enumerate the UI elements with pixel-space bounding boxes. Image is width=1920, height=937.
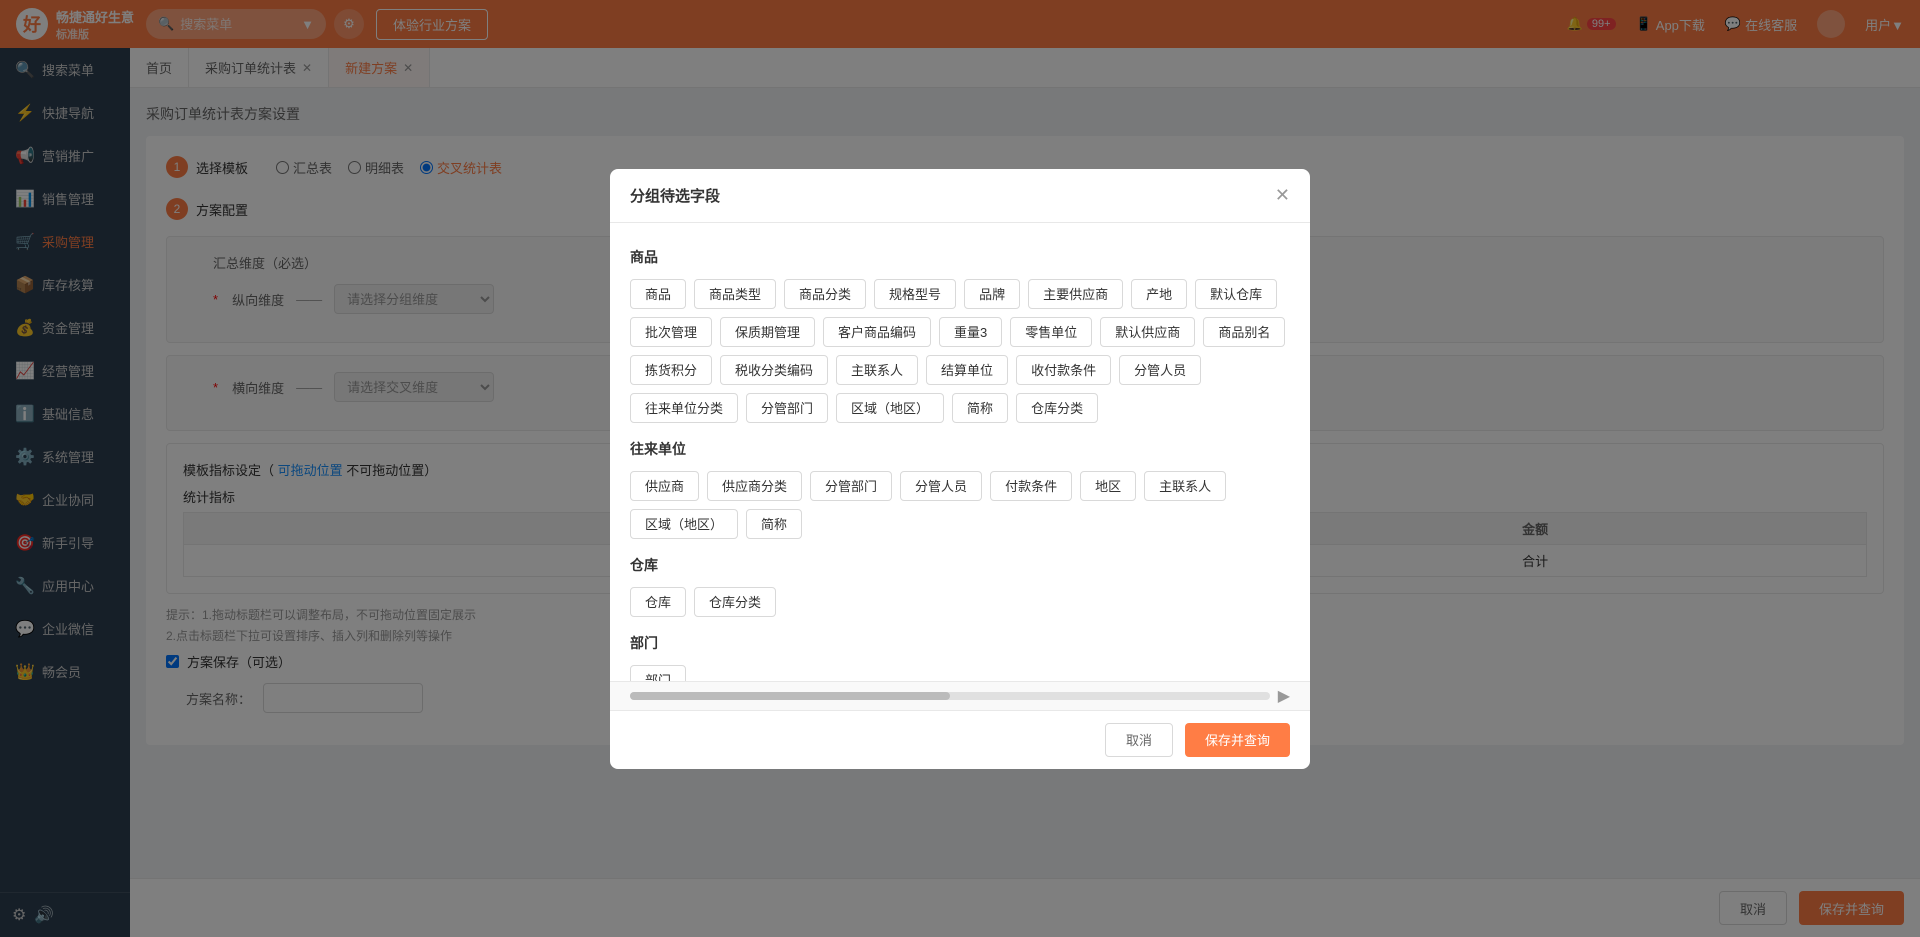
field-tag-0-8[interactable]: 批次管理 <box>630 317 712 347</box>
field-tag-0-10[interactable]: 客户商品编码 <box>823 317 931 347</box>
field-tag-0-7[interactable]: 默认仓库 <box>1195 279 1277 309</box>
field-tag-0-2[interactable]: 商品分类 <box>784 279 866 309</box>
field-tag-0-12[interactable]: 零售单位 <box>1010 317 1092 347</box>
modal-overlay: 分组待选字段 ✕ 商品商品商品类型商品分类规格型号品牌主要供应商产地默认仓库批次… <box>0 0 1920 937</box>
field-tag-0-20[interactable]: 分管人员 <box>1119 355 1201 385</box>
field-tag-2-1[interactable]: 仓库分类 <box>694 587 776 617</box>
field-tag-0-4[interactable]: 品牌 <box>964 279 1020 309</box>
field-tag-0-15[interactable]: 拣货积分 <box>630 355 712 385</box>
field-section-title-3: 部门 <box>630 633 1290 653</box>
field-section-3: 部门部门 <box>630 633 1290 681</box>
field-tag-1-0[interactable]: 供应商 <box>630 471 699 501</box>
modal-dialog: 分组待选字段 ✕ 商品商品商品类型商品分类规格型号品牌主要供应商产地默认仓库批次… <box>610 169 1310 769</box>
field-tag-0-17[interactable]: 主联系人 <box>836 355 918 385</box>
field-tag-0-16[interactable]: 税收分类编码 <box>720 355 828 385</box>
field-tag-0-1[interactable]: 商品类型 <box>694 279 776 309</box>
field-tag-0-13[interactable]: 默认供应商 <box>1100 317 1195 347</box>
field-tag-2-0[interactable]: 仓库 <box>630 587 686 617</box>
field-tag-0-5[interactable]: 主要供应商 <box>1028 279 1123 309</box>
field-tag-0-22[interactable]: 分管部门 <box>746 393 828 423</box>
field-tag-1-4[interactable]: 付款条件 <box>990 471 1072 501</box>
field-tag-1-8[interactable]: 简称 <box>746 509 802 539</box>
field-tag-0-6[interactable]: 产地 <box>1131 279 1187 309</box>
field-tag-1-3[interactable]: 分管人员 <box>900 471 982 501</box>
field-tag-0-23[interactable]: 区域（地区） <box>836 393 944 423</box>
field-tags-0: 商品商品类型商品分类规格型号品牌主要供应商产地默认仓库批次管理保质期管理客户商品… <box>630 279 1290 423</box>
field-tag-1-5[interactable]: 地区 <box>1080 471 1136 501</box>
field-section-title-1: 往来单位 <box>630 439 1290 459</box>
modal-scrollbar-area: ▶ <box>610 681 1310 710</box>
field-tag-0-19[interactable]: 收付款条件 <box>1016 355 1111 385</box>
modal-body: 商品商品商品类型商品分类规格型号品牌主要供应商产地默认仓库批次管理保质期管理客户… <box>610 223 1310 681</box>
field-section-2: 仓库仓库仓库分类 <box>630 555 1290 617</box>
field-tags-2: 仓库仓库分类 <box>630 587 1290 617</box>
field-section-title-0: 商品 <box>630 247 1290 267</box>
field-tag-1-2[interactable]: 分管部门 <box>810 471 892 501</box>
field-section-1: 往来单位供应商供应商分类分管部门分管人员付款条件地区主联系人区域（地区） 简称 <box>630 439 1290 539</box>
modal-cancel-button[interactable]: 取消 <box>1105 723 1173 757</box>
field-tag-0-3[interactable]: 规格型号 <box>874 279 956 309</box>
horizontal-scrollbar[interactable] <box>630 692 1270 700</box>
field-tag-0-18[interactable]: 结算单位 <box>926 355 1008 385</box>
field-tag-0-25[interactable]: 仓库分类 <box>1016 393 1098 423</box>
field-tag-0-11[interactable]: 重量3 <box>939 317 1002 347</box>
field-tag-0-14[interactable]: 商品别名 <box>1203 317 1285 347</box>
modal-save-button[interactable]: 保存并查询 <box>1185 723 1290 757</box>
modal-close-icon[interactable]: ✕ <box>1275 185 1290 206</box>
field-tags-1: 供应商供应商分类分管部门分管人员付款条件地区主联系人区域（地区） 简称 <box>630 471 1290 539</box>
field-tag-1-7[interactable]: 区域（地区） <box>630 509 738 539</box>
field-section-0: 商品商品商品类型商品分类规格型号品牌主要供应商产地默认仓库批次管理保质期管理客户… <box>630 247 1290 423</box>
modal-footer: 取消 保存并查询 <box>610 710 1310 769</box>
field-tag-1-6[interactable]: 主联系人 <box>1144 471 1226 501</box>
modal-header: 分组待选字段 ✕ <box>610 169 1310 223</box>
modal-title: 分组待选字段 <box>630 185 720 206</box>
field-tag-0-0[interactable]: 商品 <box>630 279 686 309</box>
field-tag-0-9[interactable]: 保质期管理 <box>720 317 815 347</box>
field-tag-0-21[interactable]: 往来单位分类 <box>630 393 738 423</box>
field-tag-3-0[interactable]: 部门 <box>630 665 686 681</box>
field-tag-1-1[interactable]: 供应商分类 <box>707 471 802 501</box>
scroll-right-icon[interactable]: ▶ <box>1278 686 1290 706</box>
field-section-title-2: 仓库 <box>630 555 1290 575</box>
field-tag-0-24[interactable]: 简称 <box>952 393 1008 423</box>
field-tags-3: 部门 <box>630 665 1290 681</box>
